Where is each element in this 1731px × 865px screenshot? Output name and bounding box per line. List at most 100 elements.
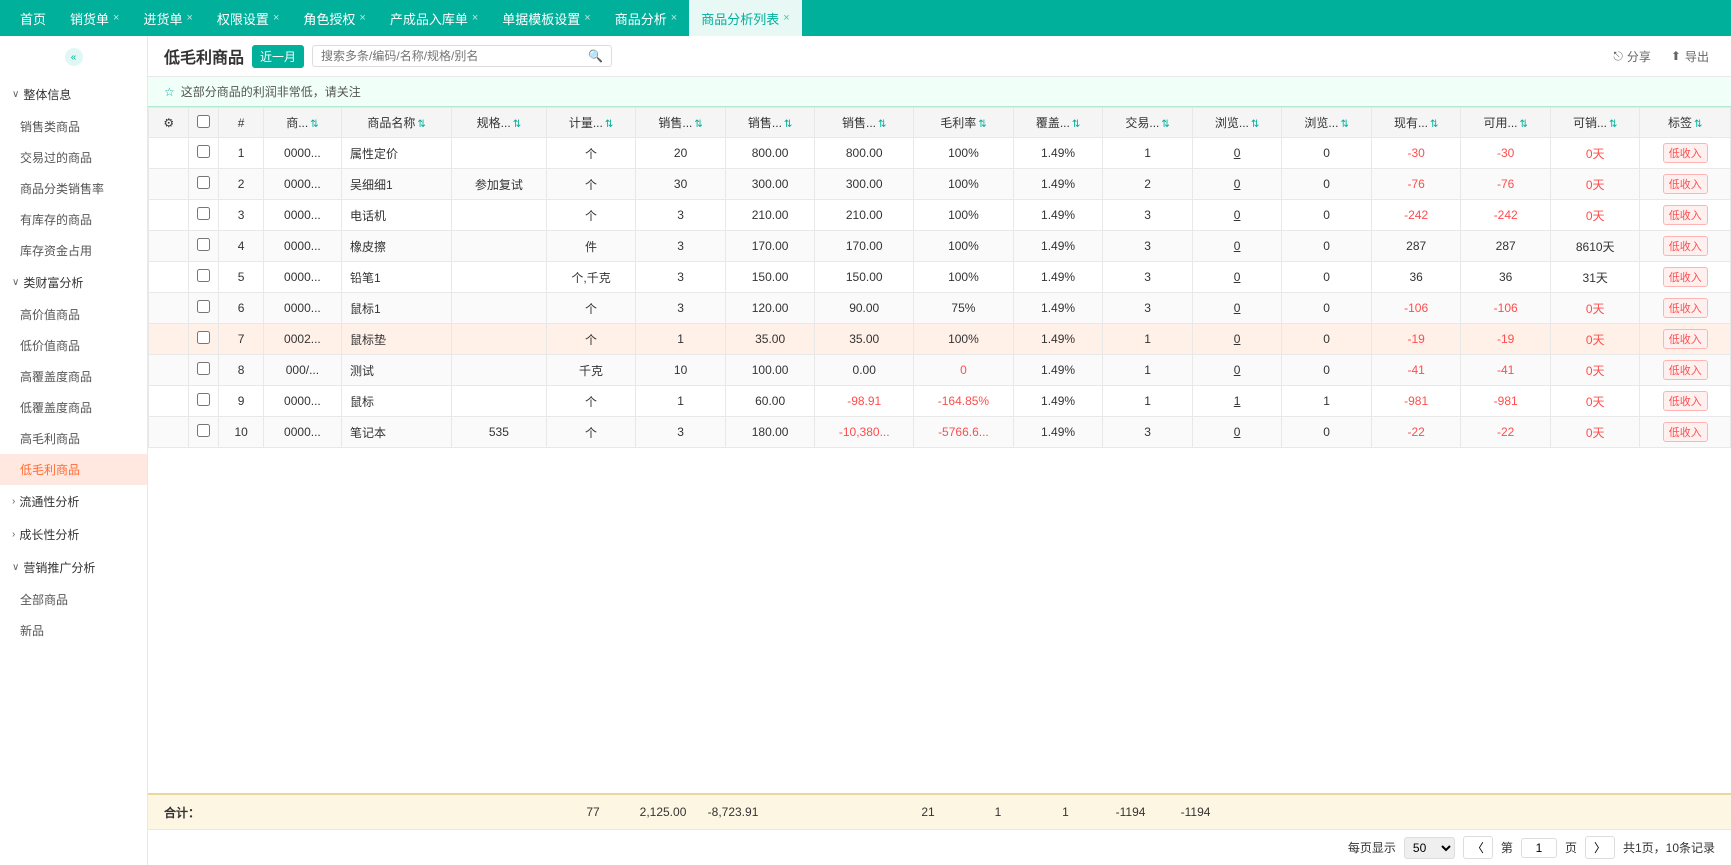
cell-checkbox[interactable] <box>189 169 219 200</box>
cell-browse1[interactable]: 0 <box>1192 324 1282 355</box>
row-checkbox[interactable] <box>197 238 210 251</box>
row-checkbox[interactable] <box>197 207 210 220</box>
col-sales-profit[interactable]: 销售...⇅ <box>815 108 914 138</box>
nav-item-template[interactable]: 单据模板设置 × <box>490 0 602 36</box>
cell-browse1[interactable]: 1 <box>1192 386 1282 417</box>
sidebar-group-overview[interactable]: ∨ 整体信息 <box>0 78 147 111</box>
row-checkbox[interactable] <box>197 176 210 189</box>
cell-browse1[interactable]: 0 <box>1192 169 1282 200</box>
share-btn[interactable]: ⎋ 分享 <box>1607 45 1657 68</box>
nav-item-role[interactable]: 角色授权 × <box>291 0 377 36</box>
row-checkbox[interactable] <box>197 300 210 313</box>
sidebar-item-high-profit[interactable]: 高毛利商品 <box>0 423 147 454</box>
sidebar-collapse-btn[interactable]: « <box>65 48 83 66</box>
row-checkbox[interactable] <box>197 331 210 344</box>
prev-page-btn[interactable]: 〈 <box>1463 836 1493 859</box>
col-trade[interactable]: 交易...⇅ <box>1103 108 1193 138</box>
row-checkbox[interactable] <box>197 393 210 406</box>
sidebar-group-marketing[interactable]: ∨ 营销推广分析 <box>0 551 147 584</box>
cell-browse1[interactable]: 0 <box>1192 355 1282 386</box>
sidebar-group-flow[interactable]: › 流通性分析 <box>0 485 147 518</box>
close-icon[interactable]: × <box>273 12 279 24</box>
close-icon[interactable]: × <box>783 12 789 24</box>
footer-sales-price: 2,125.00 <box>628 801 698 823</box>
cell-browse2: 0 <box>1282 262 1372 293</box>
col-coverage[interactable]: 覆盖...⇅ <box>1013 108 1103 138</box>
cell-tag: 低收入 <box>1640 200 1731 231</box>
sidebar-group-growth[interactable]: › 成长性分析 <box>0 518 147 551</box>
close-icon[interactable]: × <box>359 12 365 24</box>
close-icon[interactable]: × <box>584 12 590 24</box>
col-settings[interactable]: ⚙ <box>149 108 189 138</box>
cell-browse1[interactable]: 0 <box>1192 200 1282 231</box>
cell-browse1[interactable]: 0 <box>1192 262 1282 293</box>
col-browse1[interactable]: 浏览...⇅ <box>1192 108 1282 138</box>
nav-item-home[interactable]: 首页 <box>8 0 58 36</box>
search-icon[interactable]: 🔍 <box>588 49 603 63</box>
export-btn[interactable]: ⬆ 导出 <box>1665 45 1715 68</box>
select-all-checkbox[interactable] <box>197 115 210 128</box>
sidebar-item-inventory-fund[interactable]: 库存资金占用 <box>0 235 147 266</box>
cell-spec <box>451 200 546 231</box>
col-code[interactable]: 商...⇅ <box>263 108 341 138</box>
sidebar-item-high-coverage[interactable]: 高覆盖度商品 <box>0 361 147 392</box>
nav-item-analysis[interactable]: 商品分析 × <box>603 0 689 36</box>
nav-item-permission[interactable]: 权限设置 × <box>205 0 291 36</box>
cell-checkbox[interactable] <box>189 262 219 293</box>
col-available[interactable]: 可用...⇅ <box>1461 108 1551 138</box>
search-input[interactable] <box>321 49 588 63</box>
cell-checkbox[interactable] <box>189 355 219 386</box>
col-gross-rate[interactable]: 毛利率⇅ <box>914 108 1014 138</box>
nav-item-products[interactable]: 产成品入库单 × <box>378 0 490 36</box>
sidebar-item-low-value[interactable]: 低价值商品 <box>0 330 147 361</box>
cell-checkbox[interactable] <box>189 293 219 324</box>
per-page-select[interactable]: 50 20 100 <box>1404 837 1455 859</box>
close-icon[interactable]: × <box>186 12 192 24</box>
cell-available: -76 <box>1461 169 1551 200</box>
sidebar-item-low-coverage[interactable]: 低覆盖度商品 <box>0 392 147 423</box>
cell-browse1[interactable]: 0 <box>1192 231 1282 262</box>
cell-browse1[interactable]: 0 <box>1192 138 1282 169</box>
cell-checkbox[interactable] <box>189 417 219 448</box>
nav-item-sales[interactable]: 销货单 × <box>58 0 131 36</box>
nav-item-purchase[interactable]: 进货单 × <box>131 0 204 36</box>
cell-checkbox[interactable] <box>189 386 219 417</box>
next-page-btn[interactable]: 〉 <box>1585 836 1615 859</box>
cell-checkbox[interactable] <box>189 200 219 231</box>
sidebar-item-traded[interactable]: 交易过的商品 <box>0 142 147 173</box>
sidebar-item-low-profit[interactable]: 低毛利商品 <box>0 454 147 485</box>
close-icon[interactable]: × <box>113 12 119 24</box>
sidebar-item-new-products[interactable]: 新品 <box>0 615 147 646</box>
row-checkbox[interactable] <box>197 269 210 282</box>
sidebar-item-in-stock[interactable]: 有库存的商品 <box>0 204 147 235</box>
col-name[interactable]: 商品名称⇅ <box>342 108 452 138</box>
nav-item-analysis-list[interactable]: 商品分析列表 × <box>689 0 801 36</box>
col-sellable[interactable]: 可销...⇅ <box>1550 108 1640 138</box>
col-current[interactable]: 现有...⇅ <box>1371 108 1461 138</box>
sidebar-group-wealth[interactable]: ∨ 类财富分析 <box>0 266 147 299</box>
row-checkbox[interactable] <box>197 424 210 437</box>
close-icon[interactable]: × <box>671 12 677 24</box>
per-page-label: 每页显示 <box>1348 839 1396 856</box>
row-checkbox[interactable] <box>197 145 210 158</box>
cell-checkbox[interactable] <box>189 324 219 355</box>
date-filter-btn[interactable]: 近一月 <box>252 45 304 68</box>
col-tag[interactable]: 标签⇅ <box>1640 108 1731 138</box>
cell-checkbox[interactable] <box>189 231 219 262</box>
col-spec[interactable]: 规格...⇅ <box>451 108 546 138</box>
sidebar-item-high-value[interactable]: 高价值商品 <box>0 299 147 330</box>
sidebar-item-all-products[interactable]: 全部商品 <box>0 584 147 615</box>
col-unit[interactable]: 计量...⇅ <box>546 108 636 138</box>
cell-browse1[interactable]: 0 <box>1192 417 1282 448</box>
col-sales-price[interactable]: 销售...⇅ <box>725 108 815 138</box>
col-browse2[interactable]: 浏览...⇅ <box>1282 108 1372 138</box>
col-sales-qty[interactable]: 销售...⇅ <box>636 108 726 138</box>
close-icon[interactable]: × <box>472 12 478 24</box>
cell-current: -30 <box>1371 138 1461 169</box>
page-number-input[interactable] <box>1521 838 1557 858</box>
sidebar-item-category-rate[interactable]: 商品分类销售率 <box>0 173 147 204</box>
cell-browse1[interactable]: 0 <box>1192 293 1282 324</box>
row-checkbox[interactable] <box>197 362 210 375</box>
cell-checkbox[interactable] <box>189 138 219 169</box>
sidebar-item-sales-products[interactable]: 销售类商品 <box>0 111 147 142</box>
